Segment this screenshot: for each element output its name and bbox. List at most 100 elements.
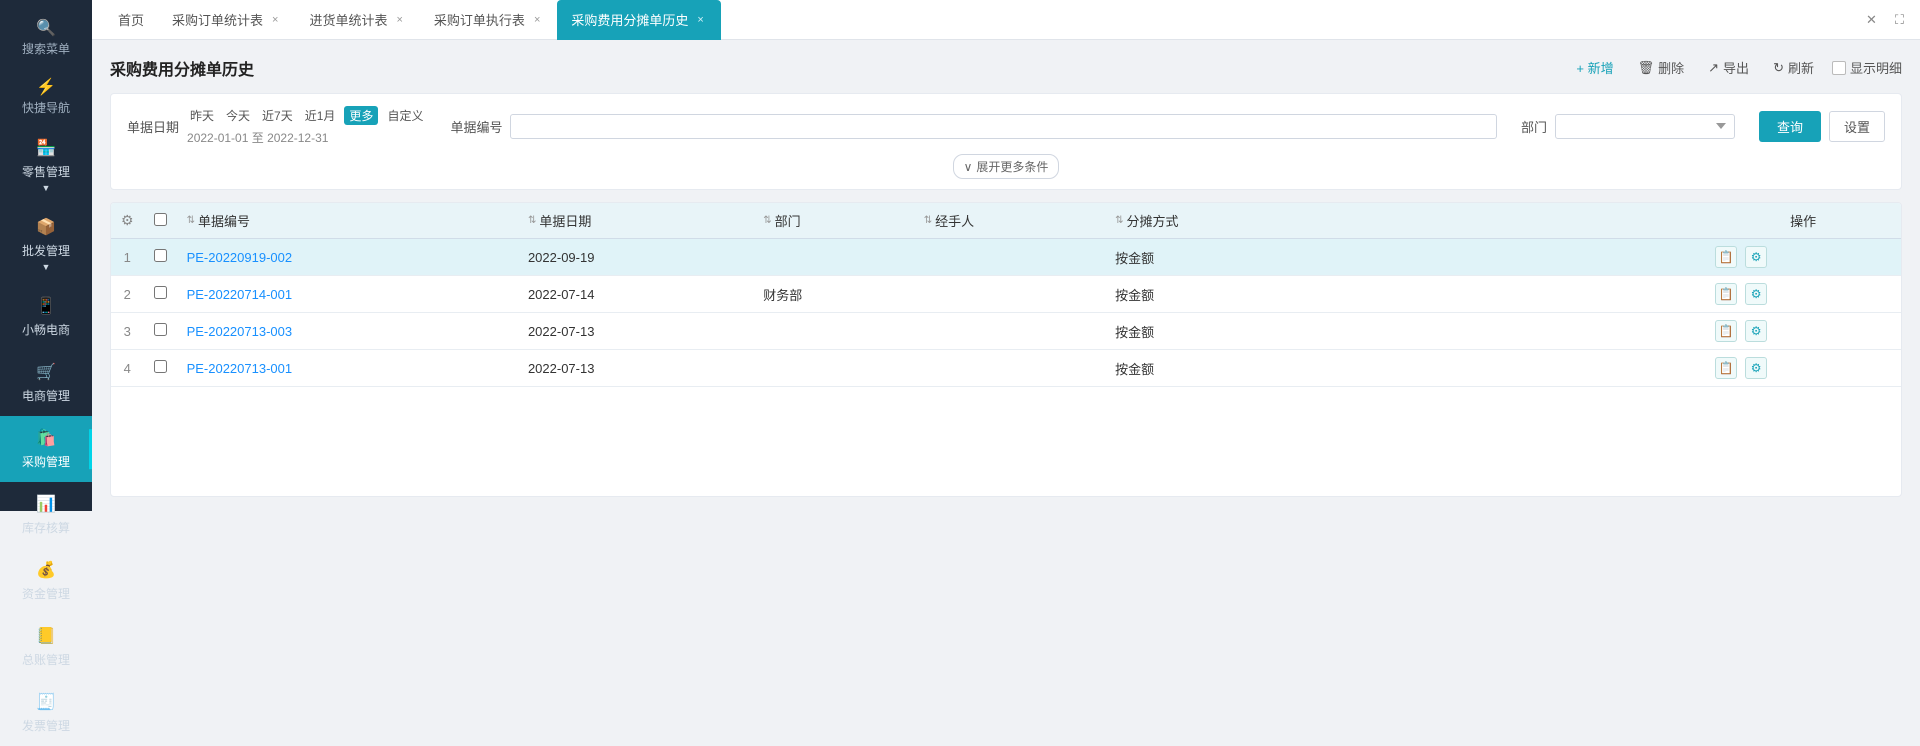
doc-no-link-2[interactable]: PE-20220714-001 bbox=[187, 287, 293, 302]
wholesale-icon: 📦 bbox=[36, 217, 56, 237]
row-date-3: 2022-07-13 bbox=[518, 313, 753, 350]
row-doc-no-1: PE-20220919-002 bbox=[177, 239, 518, 276]
mini-app-icon: 📱 bbox=[36, 296, 56, 316]
handler-col-header: ⇅ 经手人 bbox=[914, 203, 1105, 239]
action-col-header: 操作 bbox=[1705, 203, 1901, 239]
sidebar-item-purchase[interactable]: 🛍️ 采购管理 bbox=[0, 416, 92, 482]
row-1-checkbox[interactable] bbox=[154, 249, 167, 262]
sidebar-item-search[interactable]: 🔍 搜索菜单 bbox=[0, 8, 92, 67]
add-button[interactable]: + 新增 bbox=[1570, 54, 1619, 81]
yesterday-shortcut[interactable]: 昨天 bbox=[187, 106, 217, 125]
view-action-3[interactable]: 📋 bbox=[1715, 320, 1737, 342]
date-shortcuts: 昨天 今天 近7天 近1月 更多 自定义 bbox=[187, 106, 426, 125]
sidebar-item-ecommerce[interactable]: 🛒 电商管理 bbox=[0, 350, 92, 416]
edit-action-2[interactable]: ⚙ bbox=[1745, 283, 1767, 305]
tab-close-purchase-fee-history[interactable]: × bbox=[694, 13, 706, 27]
row-handler-3 bbox=[914, 313, 1105, 350]
search-icon: 🔍 bbox=[0, 18, 92, 38]
doc-no-link-4[interactable]: PE-20220713-001 bbox=[187, 361, 293, 376]
delete-button[interactable]: 🗑 删除 bbox=[1632, 54, 1691, 81]
export-button[interactable]: ↗ 导出 bbox=[1702, 54, 1755, 81]
dept-sortable[interactable]: ⇅ 部门 bbox=[763, 211, 904, 230]
method-sortable[interactable]: ⇅ 分摊方式 bbox=[1115, 211, 1695, 230]
finance-icon: 💰 bbox=[36, 560, 56, 580]
table-row: 4 PE-20220713-001 2022-07-13 按金额 bbox=[111, 350, 1901, 387]
sort-icon-handler: ⇅ bbox=[924, 215, 932, 226]
row-4-checkbox[interactable] bbox=[154, 360, 167, 373]
sidebar-item-mini-app[interactable]: 📱 小畅电商 bbox=[0, 284, 92, 350]
today-shortcut[interactable]: 今天 bbox=[223, 106, 253, 125]
sidebar-item-wholesale[interactable]: 📦 批发管理 ▼ bbox=[0, 205, 92, 284]
row-num-2: 2 bbox=[111, 276, 144, 313]
handler-sortable[interactable]: ⇅ 经手人 bbox=[924, 211, 1095, 230]
row-num-1: 1 bbox=[111, 239, 144, 276]
query-button[interactable]: 查询 bbox=[1759, 111, 1821, 142]
refresh-button[interactable]: ↻ 刷新 bbox=[1767, 54, 1820, 81]
tab-home[interactable]: 首页 bbox=[104, 0, 158, 40]
row-method-1: 按金额 bbox=[1105, 239, 1705, 276]
sort-icon-method: ⇅ bbox=[1115, 215, 1123, 226]
expand-more-button[interactable]: ∨ 展开更多条件 bbox=[953, 154, 1060, 179]
sidebar-item-finance[interactable]: 💰 资金管理 bbox=[0, 548, 92, 614]
tab-bar-actions: ✕ ⛶ bbox=[1862, 10, 1908, 30]
page-header: 采购费用分摊单历史 + 新增 🗑 删除 ↗ 导出 ↻ 刷新 显示明细 bbox=[110, 54, 1902, 81]
7days-shortcut[interactable]: 近7天 bbox=[259, 106, 296, 125]
tab-purchase-order-stats[interactable]: 采购订单统计表 × bbox=[158, 0, 295, 40]
row-checkbox-1 bbox=[144, 239, 177, 276]
row-doc-no-2: PE-20220714-001 bbox=[177, 276, 518, 313]
sidebar-item-quick-nav[interactable]: ⚡ 快捷导航 bbox=[0, 67, 92, 126]
edit-action-4[interactable]: ⚙ bbox=[1745, 357, 1767, 379]
tab-purchase-fee-history[interactable]: 采购费用分摊单历史 × bbox=[557, 0, 720, 40]
table-settings-icon[interactable]: ⚙ bbox=[121, 212, 134, 228]
doc-no-sortable[interactable]: ⇅ 单据编号 bbox=[187, 211, 508, 230]
export-icon: ↗ bbox=[1708, 60, 1719, 76]
row-handler-2 bbox=[914, 276, 1105, 313]
row-dept-3 bbox=[753, 313, 914, 350]
edit-action-3[interactable]: ⚙ bbox=[1745, 320, 1767, 342]
tab-inbound-stats[interactable]: 进货单统计表 × bbox=[295, 0, 419, 40]
row-2-checkbox[interactable] bbox=[154, 286, 167, 299]
display-cols-checkbox[interactable] bbox=[1832, 61, 1846, 75]
invoice-icon: 🧾 bbox=[36, 692, 56, 712]
sidebar-item-retail[interactable]: 🏪 零售管理 ▼ bbox=[0, 126, 92, 205]
data-table: ⚙ ⇅ 单据编号 ⇅ bbox=[111, 203, 1901, 387]
date-sortable[interactable]: ⇅ 单据日期 bbox=[528, 211, 743, 230]
date-col-header: ⇅ 单据日期 bbox=[518, 203, 753, 239]
date-label: 单据日期 bbox=[127, 117, 179, 136]
table-row: 1 PE-20220919-002 2022-09-19 按金额 bbox=[111, 239, 1901, 276]
dept-select[interactable]: 财务部 bbox=[1555, 114, 1735, 139]
tab-purchase-order-exec[interactable]: 采购订单执行表 × bbox=[420, 0, 557, 40]
view-action-1[interactable]: 📋 bbox=[1715, 246, 1737, 268]
method-col-header: ⇅ 分摊方式 bbox=[1105, 203, 1705, 239]
tab-close-purchase-order-stats[interactable]: × bbox=[269, 13, 281, 27]
sidebar-item-inventory[interactable]: 📊 库存核算 bbox=[0, 482, 92, 548]
row-dept-2: 财务部 bbox=[753, 276, 914, 313]
tab-close-purchase-order-exec[interactable]: × bbox=[531, 13, 543, 27]
view-action-4[interactable]: 📋 bbox=[1715, 357, 1737, 379]
row-checkbox-3 bbox=[144, 313, 177, 350]
page-title: 采购费用分摊单历史 bbox=[110, 56, 254, 80]
edit-action-1[interactable]: ⚙ bbox=[1745, 246, 1767, 268]
action-icons-2: 📋 ⚙ bbox=[1715, 283, 1891, 305]
close-tab-action[interactable]: ✕ bbox=[1862, 10, 1881, 30]
display-cols-checkbox-label[interactable]: 显示明细 bbox=[1832, 58, 1902, 77]
sidebar-item-accounting[interactable]: 📒 总账管理 bbox=[0, 614, 92, 680]
fullscreen-action[interactable]: ⛶ bbox=[1891, 10, 1908, 30]
row-doc-no-4: PE-20220713-001 bbox=[177, 350, 518, 387]
tab-bar: 首页 采购订单统计表 × 进货单统计表 × 采购订单执行表 × 采购费用分摊单历… bbox=[92, 0, 1920, 40]
sidebar-item-invoice[interactable]: 🧾 发票管理 bbox=[0, 680, 92, 746]
setting-button[interactable]: 设置 bbox=[1829, 111, 1885, 142]
view-action-2[interactable]: 📋 bbox=[1715, 283, 1737, 305]
row-3-checkbox[interactable] bbox=[154, 323, 167, 336]
custom-shortcut[interactable]: 自定义 bbox=[384, 106, 426, 125]
select-all-checkbox[interactable] bbox=[154, 213, 167, 226]
doc-no-link-1[interactable]: PE-20220919-002 bbox=[187, 250, 293, 265]
sidebar: 🔍 搜索菜单 ⚡ 快捷导航 🏪 零售管理 ▼ 📦 批发管理 ▼ 📱 小畅电商 🛒… bbox=[0, 0, 92, 511]
table-header: ⚙ ⇅ 单据编号 ⇅ bbox=[111, 203, 1901, 239]
more-shortcut[interactable]: 更多 bbox=[344, 106, 378, 125]
doc-no-input[interactable] bbox=[510, 114, 1496, 139]
main-content: 首页 采购订单统计表 × 进货单统计表 × 采购订单执行表 × 采购费用分摊单历… bbox=[92, 0, 1920, 511]
doc-no-link-3[interactable]: PE-20220713-003 bbox=[187, 324, 293, 339]
1month-shortcut[interactable]: 近1月 bbox=[302, 106, 339, 125]
tab-close-inbound-stats[interactable]: × bbox=[393, 13, 405, 27]
